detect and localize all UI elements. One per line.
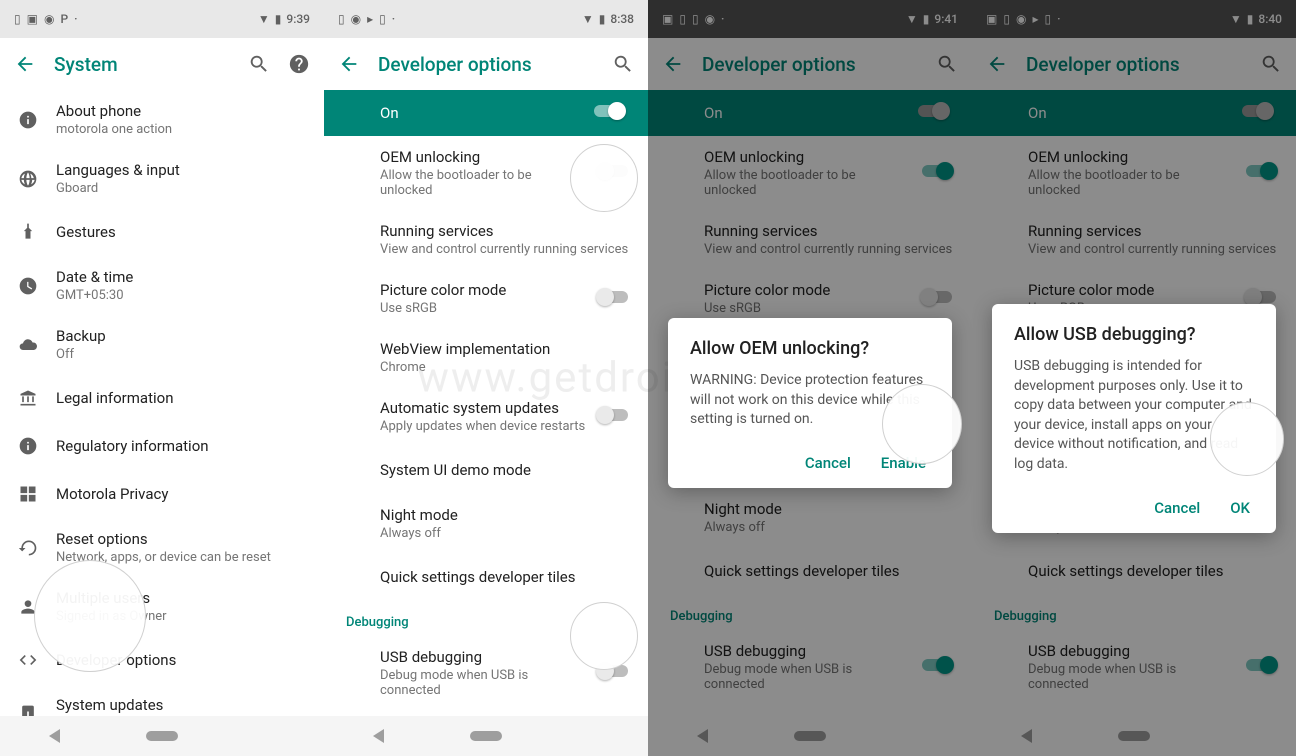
clock-icon xyxy=(18,276,56,296)
panel-usb-dialog: ▣▯◉▸▯· ▼▮8:40 Developer options On OEM u… xyxy=(972,0,1296,756)
row-picture-color[interactable]: Picture color modeUse sRGB xyxy=(324,269,648,328)
master-switch[interactable] xyxy=(592,102,626,120)
row-revoke-usb[interactable]: Revoke USB debugging authorizations xyxy=(324,710,648,716)
appbar-title: Developer options xyxy=(378,53,594,76)
row-languages[interactable]: Languages & inputGboard xyxy=(0,149,324,208)
battery-icon: ▮ xyxy=(275,12,282,26)
battery-icon: ▮ xyxy=(599,12,606,26)
dialog-ok-button[interactable]: OK xyxy=(1226,493,1254,523)
sim-icon: ▯ xyxy=(14,12,21,26)
p-icon: P xyxy=(60,12,68,26)
search-icon[interactable] xyxy=(612,53,634,75)
nav-bar xyxy=(0,716,324,756)
highlight-ok xyxy=(1210,402,1284,476)
panel-oem-dialog: ▣▯▯◉· ▼▮9:41 Developer options On OEM un… xyxy=(648,0,972,756)
info-icon xyxy=(18,436,56,456)
back-icon[interactable] xyxy=(338,53,360,75)
dialog-title: Allow USB debugging? xyxy=(1014,324,1254,345)
row-regulatory[interactable]: Regulatory information xyxy=(0,422,324,470)
row-backup[interactable]: BackupOff xyxy=(0,315,324,374)
status-time: 9:39 xyxy=(286,12,310,26)
dev-list[interactable]: On OEM unlockingAllow the bootloader to … xyxy=(324,90,648,716)
globe-icon xyxy=(18,169,56,189)
row-webview[interactable]: WebView implementationChrome xyxy=(324,328,648,387)
info-icon xyxy=(18,110,56,130)
status-bar: ▯ ▣ ◉ P · ▼ ▮ 9:39 xyxy=(0,0,324,38)
dialog-cancel-button[interactable]: Cancel xyxy=(801,448,855,478)
row-gestures[interactable]: Gestures xyxy=(0,208,324,256)
status-time: 8:38 xyxy=(610,12,634,26)
nav-back[interactable] xyxy=(14,729,94,743)
app-bar: System xyxy=(0,38,324,90)
wifi-icon: ▼ xyxy=(258,12,270,26)
restore-icon xyxy=(18,538,56,558)
row-night-mode[interactable]: Night modeAlways off xyxy=(324,494,648,553)
app-bar: Developer options xyxy=(324,38,648,90)
row-demo-mode[interactable]: System UI demo mode xyxy=(324,446,648,494)
row-system-updates[interactable]: System updatesUpdated to Android 9 xyxy=(0,684,324,716)
screenshots-row: ▯ ▣ ◉ P · ▼ ▮ 9:39 System About phonemot… xyxy=(0,0,1296,756)
nav-home[interactable] xyxy=(122,731,202,741)
row-date-time[interactable]: Date & timeGMT+05:30 xyxy=(0,256,324,315)
row-about-phone[interactable]: About phonemotorola one action xyxy=(0,90,324,149)
highlight-enable xyxy=(882,384,962,464)
update-icon xyxy=(18,704,56,717)
cloud-icon xyxy=(18,335,56,355)
dialog-cancel-button[interactable]: Cancel xyxy=(1150,493,1204,523)
nav-home[interactable] xyxy=(446,731,526,741)
search-icon[interactable] xyxy=(248,53,270,75)
shield-icon: ◉ xyxy=(44,12,54,26)
row-auto-updates[interactable]: Automatic system updatesApply updates wh… xyxy=(324,387,648,446)
settings-list[interactable]: About phonemotorola one action Languages… xyxy=(0,90,324,716)
nfc-icon: ▣ xyxy=(27,12,38,26)
back-icon[interactable] xyxy=(14,53,36,75)
row-running-services[interactable]: Running servicesView and control current… xyxy=(324,210,648,269)
panel-system: ▯ ▣ ◉ P · ▼ ▮ 9:39 System About phonemot… xyxy=(0,0,324,756)
dialog-title: Allow OEM unlocking? xyxy=(690,338,930,359)
row-moto-privacy[interactable]: Motorola Privacy xyxy=(0,470,324,518)
dot-icon: · xyxy=(74,12,77,26)
highlight-developer-options xyxy=(34,560,146,672)
appbar-title: System xyxy=(54,53,230,76)
wifi-icon: ▼ xyxy=(582,12,594,26)
balance-icon xyxy=(18,388,56,408)
master-toggle-bar[interactable]: On xyxy=(324,90,648,136)
color-switch[interactable] xyxy=(596,288,630,306)
row-reset[interactable]: Reset optionsNetwork, apps, or device ca… xyxy=(0,518,324,577)
panel-dev-options: ▯◉▸▯· ▼▮8:38 Developer options On OEM un… xyxy=(324,0,648,756)
auto-update-switch[interactable] xyxy=(596,406,630,424)
highlight-oem-switch xyxy=(570,144,638,212)
status-bar: ▯◉▸▯· ▼▮8:38 xyxy=(324,0,648,38)
nav-bar xyxy=(324,716,648,756)
gesture-icon xyxy=(18,222,56,242)
row-legal[interactable]: Legal information xyxy=(0,374,324,422)
highlight-usb-switch xyxy=(570,602,638,670)
help-icon[interactable] xyxy=(288,53,310,75)
on-label: On xyxy=(380,104,399,122)
grid-icon xyxy=(18,484,56,504)
nav-back[interactable] xyxy=(338,729,418,743)
row-qs-tiles[interactable]: Quick settings developer tiles xyxy=(324,553,648,601)
